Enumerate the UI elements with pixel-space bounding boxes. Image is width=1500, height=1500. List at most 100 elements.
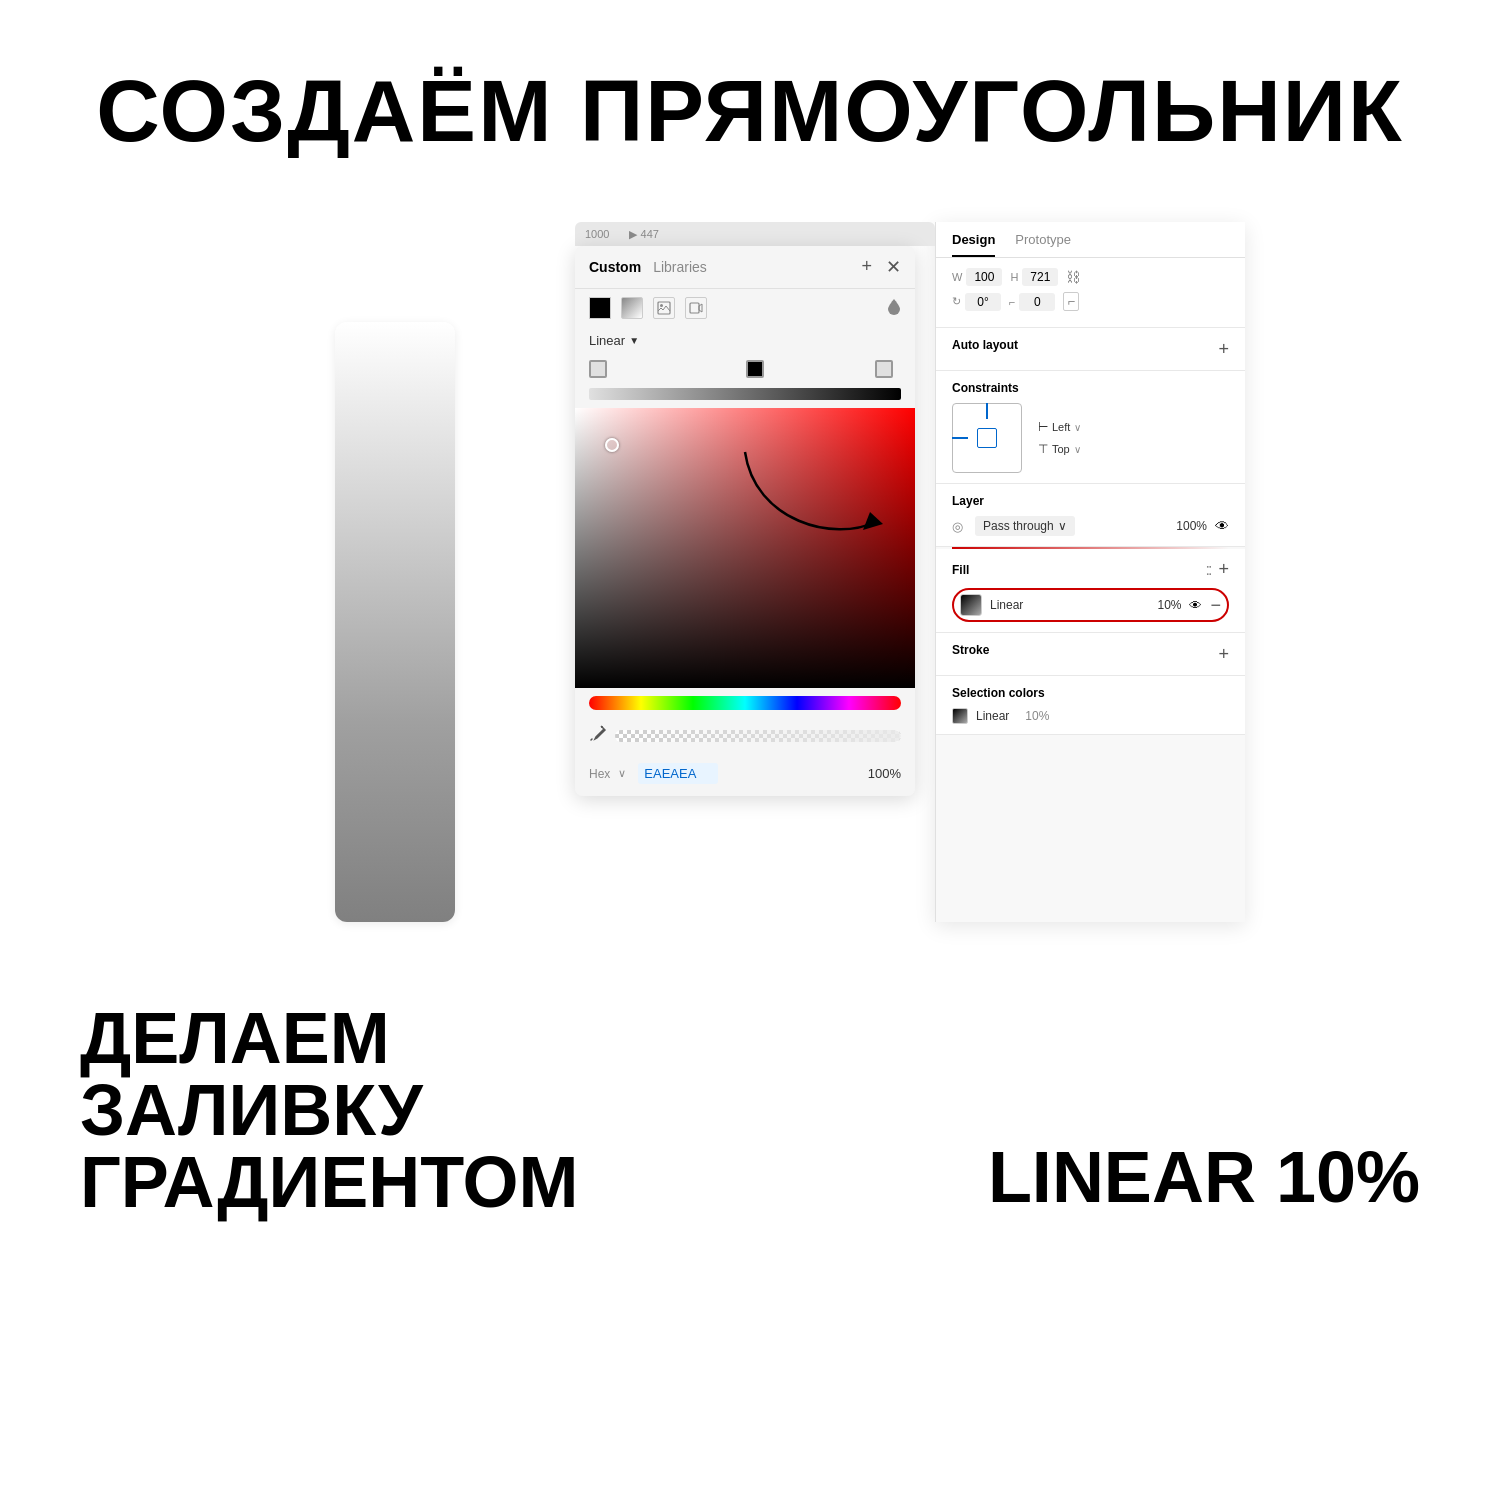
content-area: 1000 ▶ 447 Custom Libraries + ✕: [0, 222, 1500, 922]
selection-color-swatch[interactable]: [952, 708, 968, 724]
stroke-title: Stroke: [952, 643, 989, 657]
lock-ratio-field: ⛓: [1066, 268, 1080, 286]
hue-slider[interactable]: [589, 696, 901, 710]
radius-field: ⌐ 0: [1009, 292, 1055, 311]
solid-fill-icon[interactable]: [589, 297, 611, 319]
gradient-bar-container: [575, 354, 915, 408]
cp-close-button[interactable]: ✕: [886, 256, 901, 278]
constraint-top-row: ⊤ Top ∨: [1038, 442, 1081, 456]
design-panel: Design Prototype W 100 H 721 ⛓ ↻: [935, 222, 1245, 922]
lock-icon: ⛓: [1066, 269, 1080, 285]
fill-item: Linear 10% 👁 −: [952, 588, 1229, 622]
layer-opacity-value[interactable]: 100%: [1176, 519, 1207, 533]
arrow-indicator: [735, 442, 895, 562]
selection-color-item: Linear 10%: [952, 708, 1229, 724]
rotation-icon: ↻: [952, 295, 961, 308]
autolayout-add-button[interactable]: +: [1218, 339, 1229, 360]
layer-visibility-button[interactable]: 👁: [1215, 518, 1229, 534]
layer-mode-chevron: ∨: [1058, 519, 1067, 533]
fill-remove-button[interactable]: −: [1210, 595, 1221, 616]
constraint-top-chevron: ∨: [1074, 444, 1081, 455]
height-label: H: [1010, 271, 1018, 283]
width-value[interactable]: 100: [966, 268, 1002, 286]
tab-design[interactable]: Design: [952, 232, 995, 257]
tab-prototype[interactable]: Prototype: [1015, 232, 1071, 257]
gradient-stops: [589, 354, 901, 384]
autolayout-section: Auto layout +: [936, 328, 1245, 371]
constraints-section: Constraints ⊢ Left ∨ ⊤ Top ∨: [936, 371, 1245, 484]
cp-icons-row: [575, 289, 915, 327]
gradient-stop-right[interactable]: [746, 360, 764, 378]
constraint-inner: [977, 428, 997, 448]
selection-colors-title: Selection colors: [952, 686, 1229, 700]
fill-add-button[interactable]: +: [1218, 559, 1229, 580]
constraint-left-icon: ⊢: [1038, 420, 1048, 434]
gradient-stop-left[interactable]: [589, 360, 607, 378]
constraint-labels: ⊢ Left ∨ ⊤ Top ∨: [1038, 420, 1081, 456]
cp-type-label[interactable]: Linear: [589, 333, 625, 348]
stroke-add-button[interactable]: +: [1218, 644, 1229, 665]
video-fill-icon[interactable]: [685, 297, 707, 319]
bottom-labels: ДЕЛАЕМЗАЛИВКУГРАДИЕНТОМ LINEAR 10%: [0, 942, 1500, 1218]
opacity-drop-icon: [887, 297, 901, 319]
fill-title: Fill: [952, 563, 969, 577]
cp-tab-custom[interactable]: Custom: [589, 259, 641, 275]
layer-title: Layer: [952, 494, 1229, 508]
fill-type-label: Linear: [990, 598, 1023, 612]
layer-row: ◎ Pass through ∨ 100% 👁: [952, 516, 1229, 536]
width-label: W: [952, 271, 962, 283]
svg-marker-0: [863, 512, 883, 530]
height-field: H 721: [1010, 268, 1058, 286]
bottom-label-right: LINEAR 10%: [988, 1136, 1420, 1218]
selection-color-opacity: 10%: [1025, 709, 1049, 723]
opacity-bar[interactable]: [615, 730, 901, 742]
cp-add-button[interactable]: +: [861, 256, 872, 278]
page-title: СОЗДАЁМ ПРЯМОУГОЛЬНИК: [0, 0, 1500, 202]
gradient-stop-end[interactable]: [875, 360, 893, 378]
dimensions-section: W 100 H 721 ⛓ ↻ 0° ⌐ 0: [936, 258, 1245, 328]
autolayout-title: Auto layout: [952, 338, 1018, 352]
layer-mode-label: Pass through: [983, 519, 1054, 533]
svg-point-2: [660, 304, 663, 307]
cp-hex-label: Hex: [589, 767, 610, 781]
layer-section: Layer ◎ Pass through ∨ 100% 👁: [936, 484, 1245, 547]
constraints-widget: ⊢ Left ∨ ⊤ Top ∨: [952, 403, 1229, 473]
fill-header: Fill :: +: [952, 559, 1229, 580]
left-side: [255, 222, 575, 922]
image-fill-icon[interactable]: [653, 297, 675, 319]
selection-color-type: Linear: [976, 709, 1009, 723]
height-value[interactable]: 721: [1022, 268, 1058, 286]
radius-value[interactable]: 0: [1019, 293, 1055, 311]
selection-colors-section: Selection colors Linear 10%: [936, 676, 1245, 735]
corner-icon: ⌐: [1063, 292, 1079, 311]
svg-rect-3: [690, 303, 699, 313]
fill-visibility-button[interactable]: 👁: [1189, 598, 1202, 613]
layer-mode-selector[interactable]: Pass through ∨: [975, 516, 1075, 536]
rotation-value[interactable]: 0°: [965, 293, 1001, 311]
cp-type-row: Linear ▼: [575, 327, 915, 354]
constraint-left-label[interactable]: Left: [1052, 421, 1070, 433]
cp-header-actions: + ✕: [861, 256, 901, 278]
fill-swatch[interactable]: [960, 594, 982, 616]
gradient-fill-icon[interactable]: [621, 297, 643, 319]
cp-type-chevron: ▼: [629, 335, 639, 346]
svg-point-4: [601, 726, 603, 728]
constraint-box: [952, 403, 1022, 473]
constraint-top-label[interactable]: Top: [1052, 443, 1070, 455]
rectangle-preview: [335, 322, 455, 922]
constraint-line-left: [952, 437, 968, 439]
fill-reorder-icon: ::: [1206, 561, 1211, 579]
gradient-bar: [589, 388, 901, 400]
constraint-line-top: [986, 403, 988, 419]
cp-tab-libraries[interactable]: Libraries: [653, 259, 707, 275]
constraint-left-chevron: ∨: [1074, 422, 1081, 433]
panel-top-nav: 1000: [585, 228, 609, 240]
panel-top-val: ▶ 447: [629, 228, 658, 241]
fill-opacity-value[interactable]: 10%: [1157, 598, 1181, 612]
eyedropper-button[interactable]: [589, 724, 607, 747]
cp-hex-input[interactable]: [638, 763, 718, 784]
fill-section: Fill :: + Linear 10% 👁 −: [936, 549, 1245, 633]
width-field: W 100: [952, 268, 1002, 286]
rotation-field: ↻ 0°: [952, 292, 1001, 311]
corner-field: ⌐: [1063, 292, 1079, 311]
